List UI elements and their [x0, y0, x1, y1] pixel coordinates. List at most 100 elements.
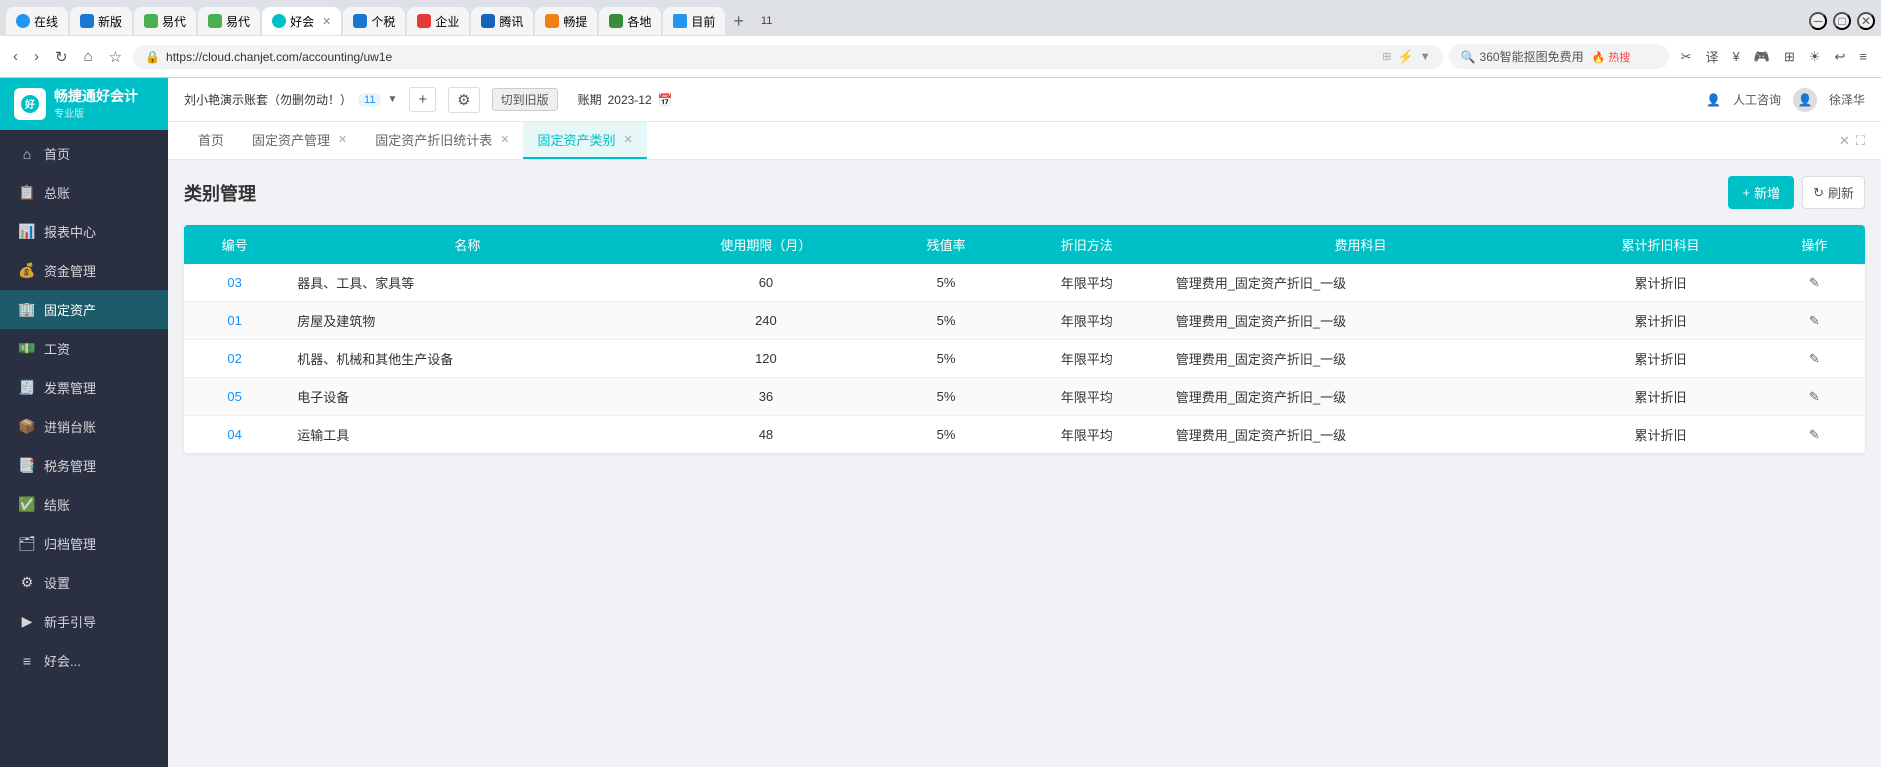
translate-icon[interactable]: 译: [1700, 43, 1725, 70]
scissors-icon[interactable]: ✂: [1675, 45, 1698, 69]
browser-tab-qiye[interactable]: 企业: [407, 7, 469, 35]
ledger-icon: 📋: [18, 184, 36, 201]
sidebar-label-tax: 税务管理: [44, 456, 96, 475]
sidebar-item-archive[interactable]: 🗂 归档管理: [0, 524, 168, 563]
browser-tab-yidai2[interactable]: 易代: [198, 7, 260, 35]
maximize-button[interactable]: □: [1833, 12, 1851, 30]
bookmark-button[interactable]: ☆: [104, 46, 127, 68]
page-tab-category[interactable]: 固定资产类别 ✕: [523, 122, 646, 159]
settings-gear-button[interactable]: ⚙: [448, 87, 479, 113]
sidebar-item-funds[interactable]: 💰 资金管理: [0, 251, 168, 290]
sidebar-item-settings[interactable]: ⚙ 设置: [0, 563, 168, 602]
sidebar-label-checkout: 结账: [44, 495, 70, 514]
salary-icon: 💵: [18, 340, 36, 357]
page-tab-category-label: 固定资产类别: [537, 130, 615, 149]
cell-action[interactable]: ✎: [1764, 340, 1865, 378]
page-tab-home[interactable]: 首页: [184, 122, 238, 159]
archive-icon: 🗂: [18, 535, 36, 552]
edit-row-button[interactable]: ✎: [1809, 427, 1820, 443]
tab-favicon-tengxun: [481, 14, 495, 28]
page-tab-depreciation-table[interactable]: 固定资产折旧统计表 ✕: [361, 122, 523, 159]
sidebar-item-salary[interactable]: 💵 工资: [0, 329, 168, 368]
add-account-button[interactable]: +: [409, 87, 436, 112]
cell-code[interactable]: 02: [184, 340, 285, 378]
sidebar-item-more[interactable]: ≡ 好会...: [0, 641, 168, 680]
sidebar-item-fixed-assets[interactable]: 🏢 固定资产: [0, 290, 168, 329]
sidebar-item-ledger[interactable]: 📋 总账: [0, 173, 168, 212]
col-header-name: 名称: [285, 225, 649, 264]
close-tab-category[interactable]: ✕: [624, 133, 633, 146]
url-dropdown-icon[interactable]: ▼: [1420, 51, 1431, 63]
cell-code[interactable]: 03: [184, 264, 285, 302]
main-content: 刘小艳演示账套（勿删勿动！） 11 ▼ + ⚙ 切到旧版 账期 2023-12 …: [168, 78, 1881, 767]
close-tab-haohui[interactable]: ✕: [322, 15, 331, 28]
brightness-icon[interactable]: ☀: [1803, 45, 1827, 69]
refresh-data-button[interactable]: ↻ 刷新: [1802, 176, 1865, 209]
tab-favicon-yidai2: [208, 14, 222, 28]
logo-name: 畅捷通好会计: [54, 88, 138, 105]
cell-expense: 管理费用_固定资产折旧_一级: [1164, 378, 1558, 416]
search-box[interactable]: 🔍 360智能抠图免费用 🔥 热搜: [1449, 44, 1669, 69]
sidebar-item-invoice[interactable]: 🧾 发票管理: [0, 368, 168, 407]
edit-row-button[interactable]: ✎: [1809, 389, 1820, 405]
undo-icon[interactable]: ↩: [1829, 45, 1852, 69]
cell-code[interactable]: 04: [184, 416, 285, 454]
tab-label-qiye: 企业: [435, 13, 459, 30]
browser-tab-tengxun[interactable]: 腾讯: [471, 7, 533, 35]
logo-text-block: 畅捷通好会计 专业版: [54, 88, 138, 120]
close-tab-depreciation-table[interactable]: ✕: [500, 133, 509, 146]
sidebar-item-checkout[interactable]: ✅ 结账: [0, 485, 168, 524]
browser-tab-gesui[interactable]: 个税: [343, 7, 405, 35]
cell-action[interactable]: ✎: [1764, 264, 1865, 302]
grid-icon[interactable]: ⊞: [1778, 45, 1801, 69]
tab-label-gesui: 个税: [371, 13, 395, 30]
close-tab-fixed-assets-mgmt[interactable]: ✕: [338, 133, 347, 146]
close-window-button[interactable]: ✕: [1857, 12, 1875, 30]
header-actions: + 新增 ↻ 刷新: [1728, 176, 1865, 209]
browser-tab-gedi[interactable]: 各地: [599, 7, 661, 35]
cell-code[interactable]: 01: [184, 302, 285, 340]
sidebar-item-guide[interactable]: ▶ 新手引导: [0, 602, 168, 641]
browser-tab-changte[interactable]: 畅提: [535, 7, 597, 35]
cell-action[interactable]: ✎: [1764, 416, 1865, 454]
tab-favicon-gedi: [609, 14, 623, 28]
browser-tab-haohui[interactable]: 好会 ✕: [262, 7, 341, 35]
browser-tab-zaixin[interactable]: 在线: [6, 7, 68, 35]
sidebar-item-inventory[interactable]: 📦 进销台账: [0, 407, 168, 446]
minimize-button[interactable]: ─: [1809, 12, 1827, 30]
url-expand-icon: ⊞: [1382, 50, 1391, 63]
browser-tab-xinban[interactable]: 新版: [70, 7, 132, 35]
page-tab-fixed-assets-mgmt[interactable]: 固定资产管理 ✕: [238, 122, 361, 159]
add-tab-button[interactable]: +: [727, 11, 750, 32]
forward-button[interactable]: ›: [29, 46, 44, 67]
browser-tab-muqian[interactable]: 目前: [663, 7, 725, 35]
sidebar-item-reports[interactable]: 📊 报表中心: [0, 212, 168, 251]
page-tab-depreciation-table-label: 固定资产折旧统计表: [375, 130, 492, 149]
more-icon: ≡: [18, 653, 36, 669]
menu-icon[interactable]: ≡: [1853, 45, 1873, 68]
cell-action[interactable]: ✎: [1764, 302, 1865, 340]
cell-action[interactable]: ✎: [1764, 378, 1865, 416]
close-panel-button[interactable]: ✕: [1839, 133, 1850, 149]
add-category-button[interactable]: + 新增: [1728, 176, 1794, 209]
edit-row-button[interactable]: ✎: [1809, 313, 1820, 329]
sidebar-item-home[interactable]: ⌂ 首页: [0, 134, 168, 173]
user-dropdown-icon[interactable]: ▼: [387, 94, 397, 105]
sidebar-label-fixed-assets: 固定资产: [44, 300, 96, 319]
url-box[interactable]: 🔒 https://cloud.chanjet.com/accounting/u…: [133, 45, 1443, 69]
cell-code[interactable]: 05: [184, 378, 285, 416]
edit-row-button[interactable]: ✎: [1809, 275, 1820, 291]
expand-panel-button[interactable]: ⛶: [1856, 133, 1865, 149]
sidebar-label-settings: 设置: [44, 573, 70, 592]
sidebar-item-tax[interactable]: 📑 税务管理: [0, 446, 168, 485]
table-row: 03 器具、工具、家具等 60 5% 年限平均 管理费用_固定资产折旧_一级 累…: [184, 264, 1865, 302]
wallet-icon[interactable]: ¥: [1727, 45, 1746, 68]
refresh-button[interactable]: ↻: [50, 46, 73, 68]
switch-version-button[interactable]: 切到旧版: [492, 88, 558, 111]
game-icon[interactable]: 🎮: [1748, 45, 1776, 69]
home-button[interactable]: ⌂: [79, 46, 98, 67]
back-button[interactable]: ‹: [8, 46, 23, 67]
edit-row-button[interactable]: ✎: [1809, 351, 1820, 367]
browser-tab-yidai1[interactable]: 易代: [134, 7, 196, 35]
calendar-icon[interactable]: 📅: [658, 93, 673, 107]
